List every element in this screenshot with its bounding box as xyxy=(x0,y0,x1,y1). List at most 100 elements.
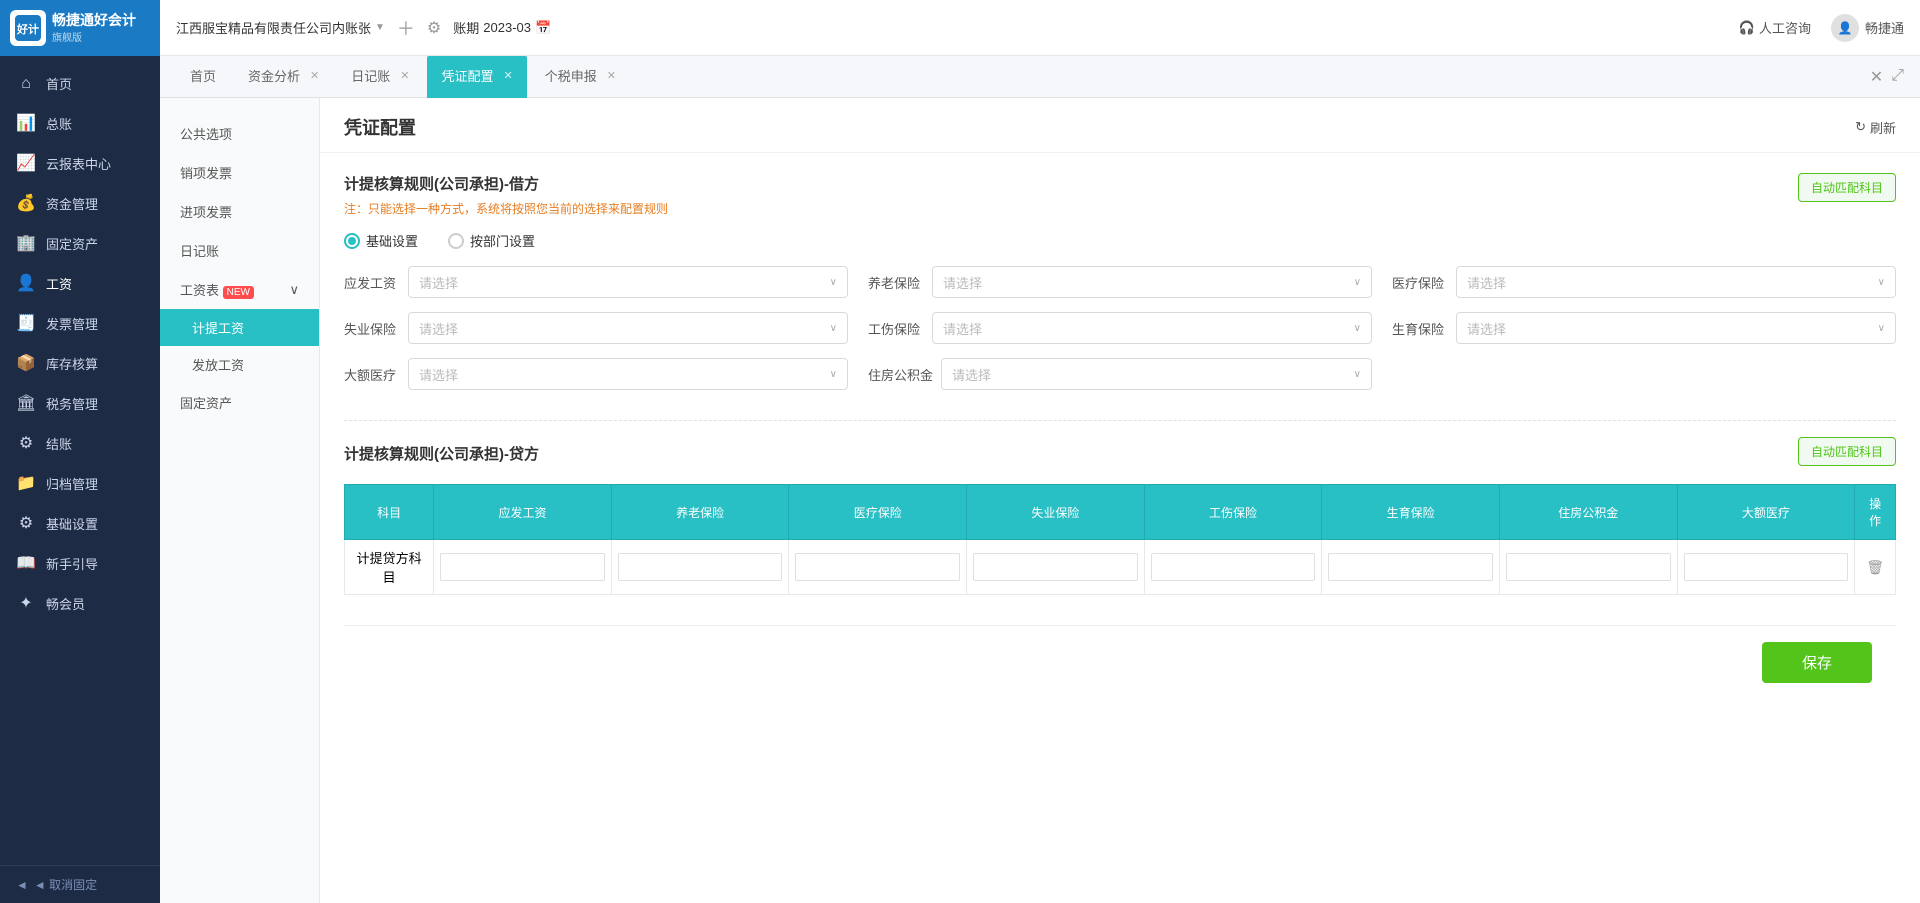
avatar: 👤 xyxy=(1831,14,1859,42)
input-ylbx2[interactable] xyxy=(795,553,960,581)
select-ylbx2[interactable]: 请选择 ∨ xyxy=(1456,266,1896,298)
report-icon: 📈 xyxy=(16,153,36,173)
close-tab-icon[interactable]: ✕ xyxy=(1870,67,1883,87)
tab-home-label: 首页 xyxy=(190,66,216,85)
sidebar-item-fund[interactable]: 💰 资金管理 xyxy=(0,183,160,223)
sidebar-item-salary[interactable]: 👤 工资 xyxy=(0,263,160,303)
radio-basic[interactable]: 基础设置 xyxy=(344,231,418,250)
tab-fund[interactable]: 资金分析 ✕ xyxy=(234,56,333,98)
company-selector[interactable]: 江西服宝精品有限责任公司内账张 ▼ xyxy=(176,18,385,37)
col-subject: 科目 xyxy=(345,485,434,540)
sidebar-item-archive[interactable]: 📁 归档管理 xyxy=(0,463,160,503)
input-ylbx[interactable] xyxy=(618,553,783,581)
sidebar-item-member[interactable]: ✦ 畅会员 xyxy=(0,583,160,623)
user-menu[interactable]: 👤 畅捷通 xyxy=(1831,14,1904,42)
app-logo: 好计 畅捷通好会计 旗舰版 xyxy=(0,0,160,56)
left-menu-sales[interactable]: 销项发票 xyxy=(160,153,319,192)
period-selector[interactable]: 账期 2023-03 📅 xyxy=(453,18,551,37)
save-button[interactable]: 保存 xyxy=(1762,642,1872,683)
input-dely[interactable] xyxy=(1684,553,1849,581)
table-row: 计提贷方科目 🗑 xyxy=(345,540,1896,595)
company-dropdown-icon: ▼ xyxy=(375,22,385,33)
cell-sybx xyxy=(967,540,1145,595)
form-row-dely: 大额医疗 请选择 ∨ xyxy=(344,358,848,390)
expand-tab-icon[interactable]: ⤢ xyxy=(1891,67,1904,87)
input-sybx[interactable] xyxy=(973,553,1138,581)
left-menu-calc-salary[interactable]: 计提工资 xyxy=(160,309,319,346)
left-menu-public[interactable]: 公共选项 xyxy=(160,114,319,153)
company-name: 江西服宝精品有限责任公司内账张 xyxy=(176,18,371,37)
credit-section-title: 计提核算规则(公司承担)-贷方 xyxy=(344,443,539,464)
sidebar-item-invoice[interactable]: 🧾 发票管理 xyxy=(0,303,160,343)
radio-dept-circle xyxy=(448,233,464,249)
sidebar-item-ledger[interactable]: 📊 总账 xyxy=(0,103,160,143)
delete-row-button[interactable]: 🗑 xyxy=(1866,559,1884,575)
member-icon: ✦ xyxy=(16,593,36,613)
sidebar-item-label: 总账 xyxy=(46,114,72,133)
sidebar-item-label: 税务管理 xyxy=(46,394,98,413)
form-row-ylbx: 养老保险 请选择 ∨ xyxy=(868,266,1372,298)
sidebar-item-tax[interactable]: 🏛 税务管理 xyxy=(0,383,160,423)
refresh-button[interactable]: ↻ 刷新 xyxy=(1855,118,1896,137)
select-gsbx[interactable]: 请选择 ∨ xyxy=(932,312,1372,344)
radio-basic-circle xyxy=(344,233,360,249)
tab-tax[interactable]: 个税申报 ✕ xyxy=(531,56,630,98)
debit-radio-group: 基础设置 按部门设置 xyxy=(344,231,1896,250)
input-yfgz[interactable] xyxy=(440,553,605,581)
select-ylbx[interactable]: 请选择 ∨ xyxy=(932,266,1372,298)
select-yfgz[interactable]: 请选择 ∨ xyxy=(408,266,848,298)
left-menu-journal[interactable]: 日记账 xyxy=(160,231,319,270)
tab-journal[interactable]: 日记账 ✕ xyxy=(337,56,423,98)
page-header: 凭证配置 ↻ 刷新 xyxy=(320,98,1920,153)
left-menu-salary-table[interactable]: 工资表 NEW ∨ xyxy=(160,270,319,309)
input-gsbx[interactable] xyxy=(1151,553,1316,581)
credit-section-header: 计提核算规则(公司承担)-贷方 自动匹配科目 xyxy=(344,437,1896,476)
user-name: 畅捷通 xyxy=(1865,18,1904,37)
customer-service-button[interactable]: 🎧 人工咨询 xyxy=(1739,18,1811,37)
settings-button[interactable]: ⚙ xyxy=(427,18,441,38)
sidebar-item-label: 新手引导 xyxy=(46,554,98,573)
label-dely: 大额医疗 xyxy=(344,365,400,384)
sidebar-item-report[interactable]: 📈 云报表中心 xyxy=(0,143,160,183)
input-sybx2[interactable] xyxy=(1328,553,1493,581)
sidebar-item-asset[interactable]: 🏢 固定资产 xyxy=(0,223,160,263)
tabbar-actions: ✕ ⤢ xyxy=(1870,67,1904,87)
main-area: 江西服宝精品有限责任公司内账张 ▼ ＋ ⚙ 账期 2023-03 📅 🎧 人工咨… xyxy=(160,0,1920,903)
select-dely[interactable]: 请选择 ∨ xyxy=(408,358,848,390)
left-menu-fixed-asset[interactable]: 固定资产 xyxy=(160,383,319,422)
tab-home[interactable]: 首页 xyxy=(176,56,230,98)
select-sybx2[interactable]: 请选择 ∨ xyxy=(1456,312,1896,344)
chevron-down-icon: ∨ xyxy=(1354,323,1361,334)
sidebar-item-label: 工资 xyxy=(46,274,72,293)
add-account-button[interactable]: ＋ xyxy=(397,15,415,41)
tab-tax-close[interactable]: ✕ xyxy=(607,69,616,82)
tab-journal-close[interactable]: ✕ xyxy=(400,69,409,82)
sidebar-item-close[interactable]: ⚙ 结账 xyxy=(0,423,160,463)
cell-dely xyxy=(1677,540,1855,595)
credit-auto-match-button[interactable]: 自动匹配科目 xyxy=(1798,437,1896,466)
chevron-down-icon: ∨ xyxy=(1878,277,1885,288)
topbar: 江西服宝精品有限责任公司内账张 ▼ ＋ ⚙ 账期 2023-03 📅 🎧 人工咨… xyxy=(160,0,1920,56)
select-zfgjj[interactable]: 请选择 ∨ xyxy=(941,358,1372,390)
tab-voucher[interactable]: 凭证配置 ✕ xyxy=(427,56,526,98)
sidebar-item-label: 首页 xyxy=(46,74,72,93)
sidebar-item-settings[interactable]: ⚙ 基础设置 xyxy=(0,503,160,543)
tab-fund-close[interactable]: ✕ xyxy=(310,69,319,82)
sidebar-item-stock[interactable]: 📦 库存核算 xyxy=(0,343,160,383)
select-sybx[interactable]: 请选择 ∨ xyxy=(408,312,848,344)
debit-section-note: 注：只能选择一种方式，系统将按照您当前的选择来配置规则 xyxy=(344,200,668,217)
sidebar-item-guide[interactable]: 📖 新手引导 xyxy=(0,543,160,583)
radio-dept[interactable]: 按部门设置 xyxy=(448,231,535,250)
left-menu-purchase[interactable]: 进项发票 xyxy=(160,192,319,231)
tax-icon: 🏛 xyxy=(16,393,36,413)
label-sybx: 失业保险 xyxy=(344,319,400,338)
sidebar-item-home[interactable]: ⌂ 首页 xyxy=(0,64,160,103)
col-sybx2: 生育保险 xyxy=(1322,485,1500,540)
debit-auto-match-button[interactable]: 自动匹配科目 xyxy=(1798,173,1896,202)
cancel-pin-button[interactable]: ◄ ◄ 取消固定 xyxy=(0,865,160,903)
new-badge: NEW xyxy=(223,286,254,299)
archive-icon: 📁 xyxy=(16,473,36,493)
tab-voucher-close[interactable]: ✕ xyxy=(504,69,513,82)
left-menu-pay-salary[interactable]: 发放工资 xyxy=(160,346,319,383)
input-zfgjj[interactable] xyxy=(1506,553,1671,581)
